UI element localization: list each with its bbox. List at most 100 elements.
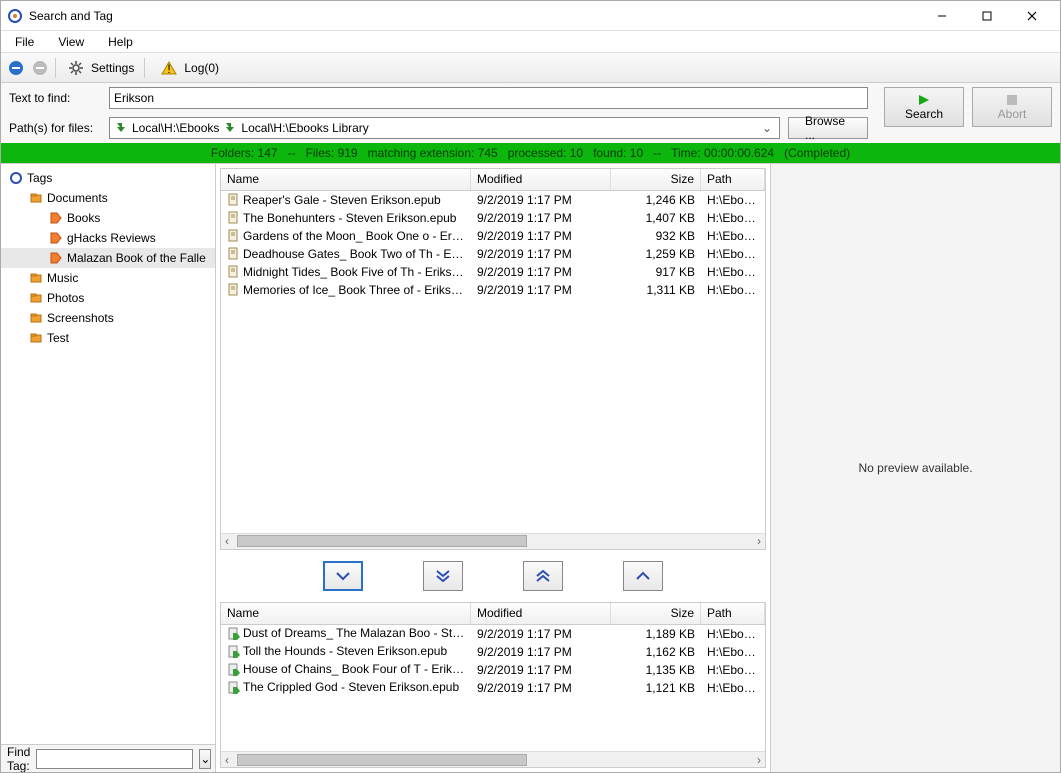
- file-icon: [227, 229, 241, 243]
- file-icon: [227, 265, 241, 279]
- path-icon: [114, 121, 128, 135]
- tree-root[interactable]: Tags: [1, 168, 215, 188]
- list-item[interactable]: The Crippled God - Steven Erikson.epub9/…: [221, 679, 765, 697]
- list-item[interactable]: Reaper's Gale - Steven Erikson.epub9/2/2…: [221, 191, 765, 209]
- preview-text: No preview available.: [858, 461, 972, 475]
- list-item[interactable]: House of Chains_ Book Four of T - Erikso…: [221, 661, 765, 679]
- svg-text:!: !: [168, 62, 171, 76]
- col-size[interactable]: Size: [611, 169, 701, 190]
- folder-icon: [29, 331, 43, 345]
- preview-panel: No preview available.: [770, 164, 1060, 772]
- minimize-button[interactable]: [919, 2, 964, 30]
- file-icon: [227, 663, 241, 677]
- move-down-all-button[interactable]: [423, 561, 463, 591]
- forward-icon[interactable]: [31, 59, 49, 77]
- status-files: Files: 919: [306, 146, 358, 160]
- back-icon[interactable]: [7, 59, 25, 77]
- tree-item[interactable]: gHacks Reviews: [1, 228, 215, 248]
- log-label[interactable]: Log(0): [184, 61, 219, 75]
- col-modified[interactable]: Modified: [471, 169, 611, 190]
- find-tag-dropdown[interactable]: ⌄: [199, 749, 211, 769]
- path-2: Local\H:\Ebooks Library: [241, 121, 368, 135]
- text-to-find-label: Text to find:: [9, 91, 101, 105]
- folder-icon: [29, 311, 43, 325]
- list-item[interactable]: Midnight Tides_ Book Five of Th - Erikso…: [221, 263, 765, 281]
- settings-label[interactable]: Settings: [91, 61, 134, 75]
- toolbar: Settings ! Log(0): [1, 53, 1060, 83]
- col-name[interactable]: Name: [221, 169, 471, 190]
- results-list-top: Name Modified Size Path Reaper's Gale - …: [220, 168, 766, 550]
- folder-icon: [29, 271, 43, 285]
- list-item[interactable]: Gardens of the Moon_ Book One o - Erikso…: [221, 227, 765, 245]
- menubar: File View Help: [1, 31, 1060, 53]
- hscrollbar-bottom[interactable]: ‹›: [221, 751, 765, 767]
- tree-item[interactable]: Malazan Book of the Falle: [1, 248, 215, 268]
- file-icon: [227, 681, 241, 695]
- move-up-all-button[interactable]: [523, 561, 563, 591]
- list-item[interactable]: Dust of Dreams_ The Malazan Boo - Steven…: [221, 625, 765, 643]
- tree-item[interactable]: Screenshots: [1, 308, 215, 328]
- tree-item[interactable]: Test: [1, 328, 215, 348]
- list-item[interactable]: The Bonehunters - Steven Erikson.epub9/2…: [221, 209, 765, 227]
- close-button[interactable]: [1009, 2, 1054, 30]
- status-processed: processed: 10: [508, 146, 583, 160]
- search-button[interactable]: Search: [884, 87, 964, 127]
- tree-item[interactable]: Photos: [1, 288, 215, 308]
- status-time: Time: 00:00:00.624: [671, 146, 774, 160]
- tags-icon: [9, 171, 23, 185]
- file-icon: [227, 211, 241, 225]
- menu-file[interactable]: File: [9, 33, 40, 51]
- list-item[interactable]: Deadhouse Gates_ Book Two of Th - Erikso…: [221, 245, 765, 263]
- list-item[interactable]: Memories of Ice_ Book Three of - Erikson…: [221, 281, 765, 299]
- maximize-button[interactable]: [964, 2, 1009, 30]
- file-icon: [227, 645, 241, 659]
- find-tag-input[interactable]: [36, 749, 193, 769]
- abort-button[interactable]: Abort: [972, 87, 1052, 127]
- list-item[interactable]: Toll the Hounds - Steven Erikson.epub9/2…: [221, 643, 765, 661]
- tag-icon: [49, 211, 63, 225]
- status-matching: matching extension: 745: [368, 146, 498, 160]
- sidebar: TagsDocumentsBooksgHacks ReviewsMalazan …: [1, 164, 216, 772]
- warning-icon[interactable]: !: [160, 59, 178, 77]
- tree-item[interactable]: Books: [1, 208, 215, 228]
- status-state: (Completed): [784, 146, 850, 160]
- paths-input[interactable]: Local\H:\Ebooks Local\H:\Ebooks Library …: [109, 117, 780, 139]
- file-icon: [227, 283, 241, 297]
- folder-icon: [29, 291, 43, 305]
- menu-view[interactable]: View: [52, 33, 90, 51]
- menu-help[interactable]: Help: [102, 33, 139, 51]
- col-path[interactable]: Path: [701, 603, 765, 624]
- move-down-button[interactable]: [323, 561, 363, 591]
- stop-icon: [1005, 93, 1019, 107]
- col-size[interactable]: Size: [611, 603, 701, 624]
- move-up-button[interactable]: [623, 561, 663, 591]
- tag-icon: [49, 231, 63, 245]
- titlebar: Search and Tag: [1, 1, 1060, 31]
- text-to-find-input[interactable]: [109, 87, 868, 109]
- tree-item[interactable]: Music: [1, 268, 215, 288]
- status-folders: Folders: 147: [211, 146, 278, 160]
- status-bar: Folders: 147-- Files: 919 matching exten…: [1, 143, 1060, 163]
- gear-icon[interactable]: [67, 59, 85, 77]
- play-icon: [916, 93, 932, 107]
- col-modified[interactable]: Modified: [471, 603, 611, 624]
- file-icon: [227, 627, 241, 641]
- results-list-bottom: Name Modified Size Path Dust of Dreams_ …: [220, 602, 766, 768]
- hscrollbar-top[interactable]: ‹›: [221, 533, 765, 549]
- path-1: Local\H:\Ebooks: [132, 121, 219, 135]
- folder-icon: [29, 191, 43, 205]
- tree-item[interactable]: Documents: [1, 188, 215, 208]
- paths-dropdown-icon[interactable]: ⌄: [759, 121, 775, 135]
- move-buttons: [220, 558, 766, 594]
- col-name[interactable]: Name: [221, 603, 471, 624]
- find-tag-label: Find Tag:: [7, 745, 30, 773]
- paths-label: Path(s) for files:: [9, 121, 101, 135]
- window-title: Search and Tag: [29, 9, 919, 23]
- browse-button[interactable]: Browse ...: [788, 117, 868, 139]
- col-path[interactable]: Path: [701, 169, 765, 190]
- app-icon: [7, 8, 23, 24]
- file-icon: [227, 193, 241, 207]
- status-found: found: 10: [593, 146, 643, 160]
- tag-icon: [49, 251, 63, 265]
- file-icon: [227, 247, 241, 261]
